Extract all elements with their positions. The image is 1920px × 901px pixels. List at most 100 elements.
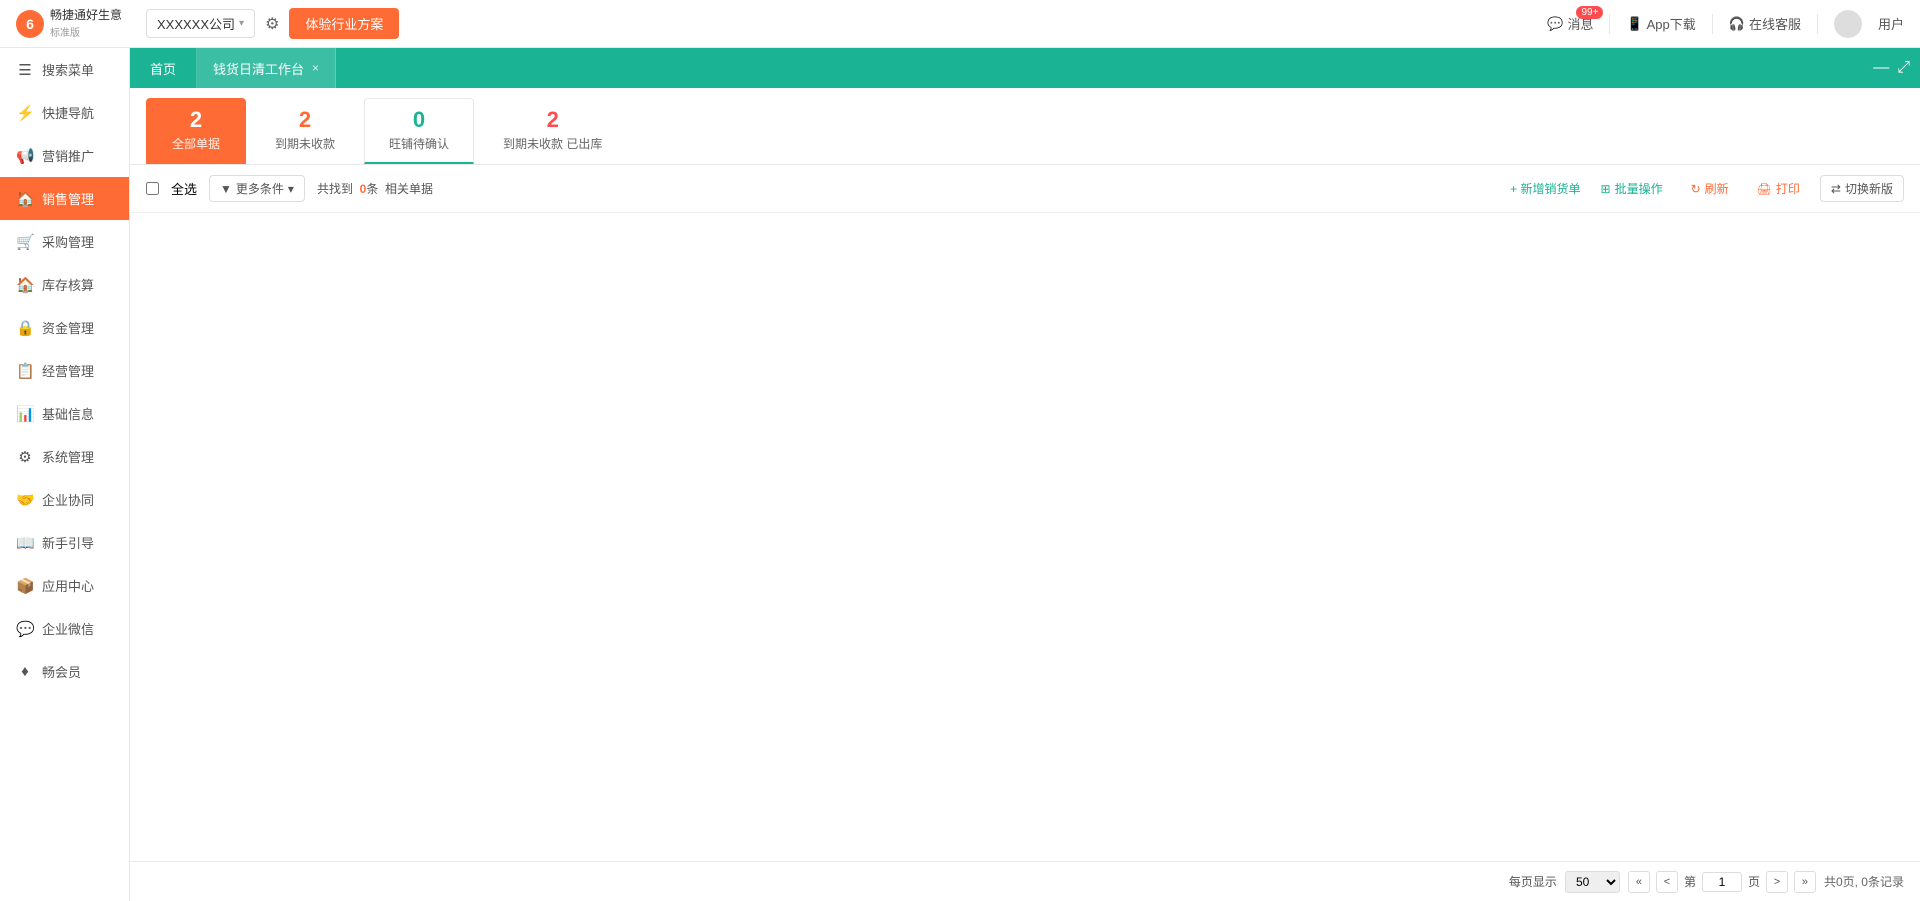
company-name: XXXXXX公司 xyxy=(157,14,235,33)
last-page-button[interactable]: » xyxy=(1794,871,1816,893)
topbar-right: 💬 消息 99+ 📱 App下载 🎧 在线客服 用户 xyxy=(1547,10,1904,38)
tab-maximize-btn[interactable]: ⤢ xyxy=(1897,59,1910,77)
filter-chevron-icon: ▾ xyxy=(288,182,294,196)
content-area: 2 全部单据 2 到期未收款 0 旺铺待确认 2 到期未收款 已出库 全选 ▼ … xyxy=(130,88,1920,861)
stat-tab-all[interactable]: 2 全部单据 xyxy=(146,98,246,164)
tab-home[interactable]: 首页 xyxy=(130,48,197,88)
filter-icon: ▼ xyxy=(220,182,232,196)
brand-logo: 6 xyxy=(16,10,44,38)
refresh-button[interactable]: ↻ 刷新 xyxy=(1683,176,1737,201)
company-selector[interactable]: XXXXXX公司 ▾ xyxy=(146,9,255,38)
brand-text: 畅捷通好生意 标准版 xyxy=(50,8,122,39)
tab-minimize-btn[interactable]: — xyxy=(1873,59,1889,77)
sidebar-item-sales[interactable]: 🏠 销售管理 xyxy=(0,177,129,220)
filter-button[interactable]: ▼ 更多条件 ▾ xyxy=(209,175,305,202)
stat-tab-unshipped[interactable]: 2 到期未收款 已出库 xyxy=(478,98,627,164)
sidebar-item-label: 快捷导航 xyxy=(42,103,94,122)
sales-icon: 🏠 xyxy=(16,190,34,208)
found-prefix: 共找到 xyxy=(317,182,353,196)
page-label: 第 xyxy=(1684,873,1696,890)
app-center-icon: 📦 xyxy=(16,577,34,595)
per-page-select[interactable]: 50 100 200 xyxy=(1565,871,1620,893)
headset-icon: 🎧 xyxy=(1729,16,1745,32)
stat-number-overdue: 2 xyxy=(299,107,311,133)
page-navigation: « < 第 页 > » xyxy=(1628,871,1816,893)
page-input[interactable] xyxy=(1702,872,1742,892)
stat-tab-pending[interactable]: 0 旺铺待确认 xyxy=(364,98,474,164)
sidebar-item-app-center[interactable]: 📦 应用中心 xyxy=(0,564,129,607)
sidebar-item-search[interactable]: ☰ 搜索菜单 xyxy=(0,48,129,91)
guide-icon: 📖 xyxy=(16,534,34,552)
tabbar: 首页 钱货日清工作台 × — ⤢ xyxy=(130,48,1920,88)
stat-number-all: 2 xyxy=(190,107,202,133)
sidebar-item-purchase[interactable]: 🛒 采购管理 xyxy=(0,220,129,263)
purchase-icon: 🛒 xyxy=(16,233,34,251)
brand-logo-char: 6 xyxy=(26,16,34,32)
sidebar-item-guide[interactable]: 📖 新手引导 xyxy=(0,521,129,564)
app-download-button[interactable]: 📱 App下载 xyxy=(1626,14,1695,33)
sidebar-item-label: 系统管理 xyxy=(42,447,94,466)
online-service-label: 在线客服 xyxy=(1749,14,1801,33)
finance-icon: 🔒 xyxy=(16,319,34,337)
divider2 xyxy=(1712,14,1713,34)
sidebar-item-basic-info[interactable]: 📊 基础信息 xyxy=(0,392,129,435)
sidebar-item-member[interactable]: ♦ 畅会员 xyxy=(0,650,129,693)
switch-version-button[interactable]: ⇄ 切换新版 xyxy=(1820,175,1904,202)
divider xyxy=(1609,14,1610,34)
system-icon: ⚙ xyxy=(16,448,34,466)
sidebar-item-label: 企业协同 xyxy=(42,490,94,509)
prev-page-button[interactable]: < xyxy=(1656,871,1678,893)
batch-operations-button[interactable]: ⊞ 批量操作 xyxy=(1593,176,1671,201)
print-button[interactable]: 🖨 打印 xyxy=(1749,176,1808,201)
sidebar-item-finance[interactable]: 🔒 资金管理 xyxy=(0,306,129,349)
sidebar-item-wechat[interactable]: 💬 企业微信 xyxy=(0,607,129,650)
sidebar: ☰ 搜索菜单 ⚡ 快捷导航 📢 营销推广 🏠 销售管理 🛒 采购管理 🏠 库存核… xyxy=(0,48,130,901)
sidebar-item-label: 销售管理 xyxy=(42,189,94,208)
topbar-left: 6 畅捷通好生意 标准版 XXXXXX公司 ▾ ⚙ 体验行业方案 xyxy=(16,8,399,39)
tab-active[interactable]: 钱货日清工作台 × xyxy=(197,48,336,88)
total-records: 共0页, 0条记录 xyxy=(1824,873,1904,890)
main-content: 2 全部单据 2 到期未收款 0 旺铺待确认 2 到期未收款 已出库 全选 ▼ … xyxy=(130,88,1920,901)
found-unit: 条 xyxy=(366,182,378,196)
sidebar-item-cooperation[interactable]: 🤝 企业协同 xyxy=(0,478,129,521)
sidebar-item-label: 资金管理 xyxy=(42,318,94,337)
tab-close-icon[interactable]: × xyxy=(312,61,319,75)
avatar[interactable] xyxy=(1834,10,1862,38)
new-sales-order-button[interactable]: + 新增销货单 xyxy=(1510,180,1580,197)
sidebar-item-label: 新手引导 xyxy=(42,533,94,552)
trial-button[interactable]: 体验行业方案 xyxy=(289,8,399,39)
search-menu-icon: ☰ xyxy=(16,61,34,79)
sidebar-item-quick-nav[interactable]: ⚡ 快捷导航 xyxy=(0,91,129,134)
sidebar-item-inventory[interactable]: 🏠 库存核算 xyxy=(0,263,129,306)
select-all-label: 全选 xyxy=(171,179,197,198)
stat-label-overdue: 到期未收款 xyxy=(275,135,335,152)
empty-content-area xyxy=(130,213,1920,713)
next-page-button[interactable]: > xyxy=(1766,871,1788,893)
stat-number-pending: 0 xyxy=(413,107,425,133)
sidebar-item-operations[interactable]: 📋 经营管理 xyxy=(0,349,129,392)
print-label: 打印 xyxy=(1776,180,1800,197)
batch-icon: ⊞ xyxy=(1601,182,1611,196)
sidebar-item-label: 营销推广 xyxy=(42,146,94,165)
marketing-icon: 📢 xyxy=(16,147,34,165)
sidebar-item-label: 畅会员 xyxy=(42,662,81,681)
sidebar-item-marketing[interactable]: 📢 营销推广 xyxy=(0,134,129,177)
stat-label-all: 全部单据 xyxy=(172,135,220,152)
online-service-button[interactable]: 🎧 在线客服 xyxy=(1729,14,1801,33)
sidebar-item-system[interactable]: ⚙ 系统管理 xyxy=(0,435,129,478)
page-suffix: 页 xyxy=(1748,873,1760,890)
settings-icon[interactable]: ⚙ xyxy=(265,14,279,34)
stat-number-unshipped: 2 xyxy=(547,107,559,133)
message-button[interactable]: 💬 消息 99+ xyxy=(1547,14,1593,33)
stat-tab-overdue[interactable]: 2 到期未收款 xyxy=(250,98,360,164)
select-all-checkbox[interactable] xyxy=(146,182,159,195)
tab-home-label: 首页 xyxy=(150,59,176,78)
sidebar-item-label: 基础信息 xyxy=(42,404,94,423)
switch-icon: ⇄ xyxy=(1831,182,1841,196)
sidebar-item-label: 应用中心 xyxy=(42,576,94,595)
first-page-button[interactable]: « xyxy=(1628,871,1650,893)
topbar: 6 畅捷通好生意 标准版 XXXXXX公司 ▾ ⚙ 体验行业方案 💬 消息 99… xyxy=(0,0,1920,48)
chevron-down-icon: ▾ xyxy=(239,18,244,29)
found-text: 共找到 0条 相关单据 xyxy=(317,180,433,197)
sidebar-item-label: 经营管理 xyxy=(42,361,94,380)
